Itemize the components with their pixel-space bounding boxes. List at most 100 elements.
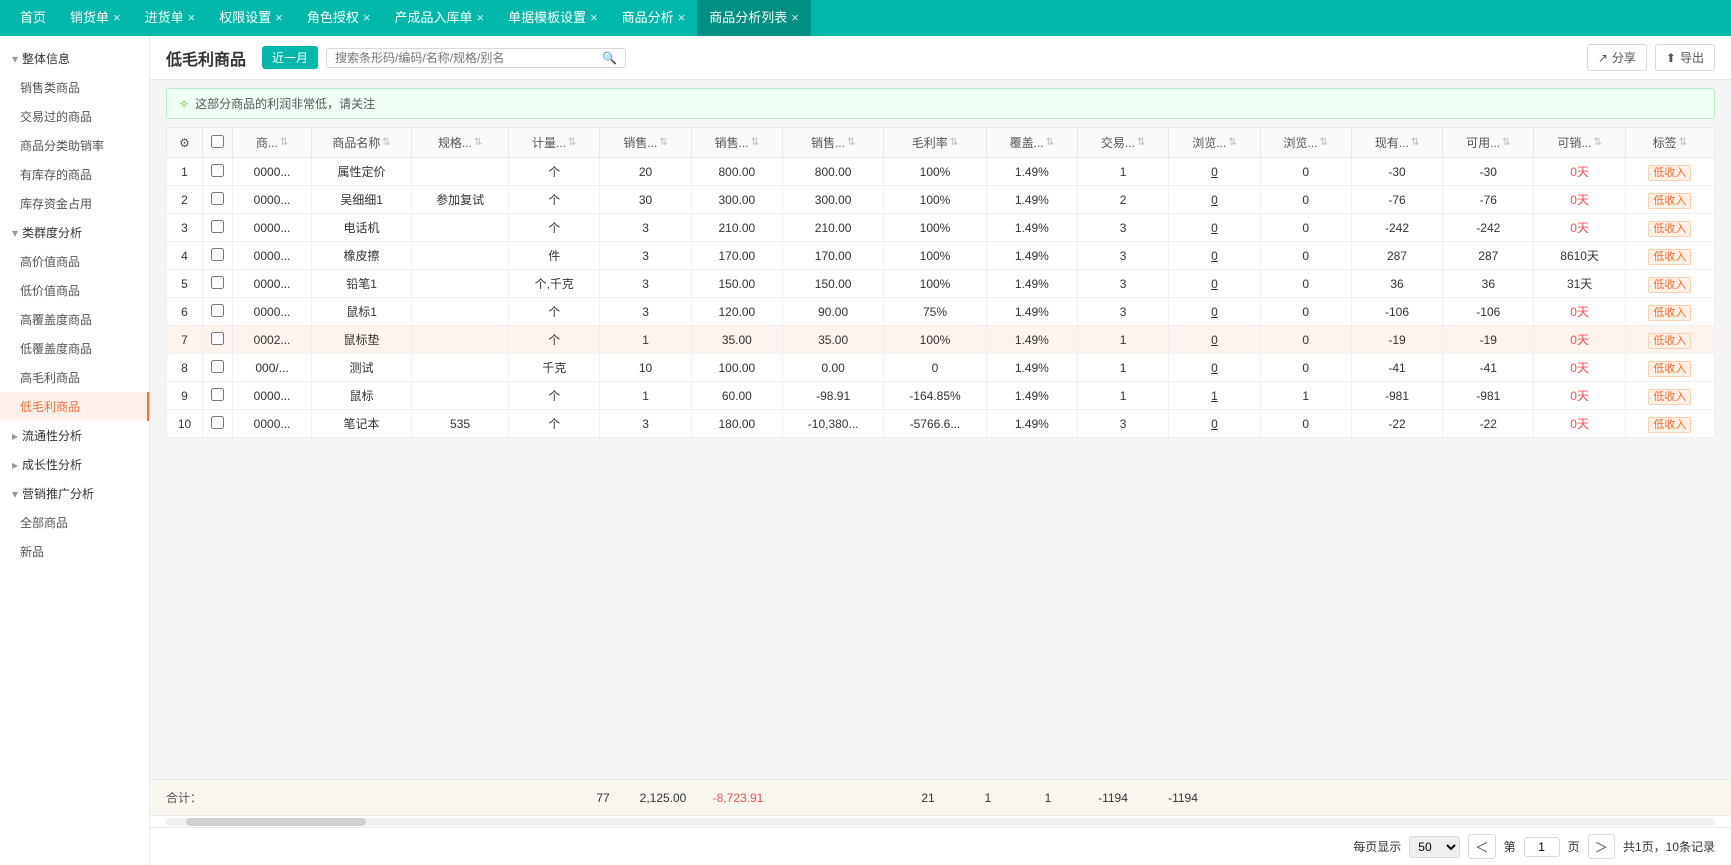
- sidebar-item-high-coverage[interactable]: 高覆盖度商品: [0, 305, 149, 334]
- nav-purchase[interactable]: 进货单×: [133, 0, 208, 36]
- col-available[interactable]: 可用...⇅: [1443, 128, 1534, 158]
- views1-link[interactable]: 0: [1211, 277, 1218, 291]
- row-select-checkbox[interactable]: [211, 304, 224, 317]
- views1-link[interactable]: 0: [1211, 193, 1218, 207]
- views1-link[interactable]: 0: [1211, 333, 1218, 347]
- sort-trans-icon[interactable]: ⇅: [1137, 137, 1145, 148]
- nav-purchase-close[interactable]: ×: [188, 10, 196, 25]
- nav-permissions-close[interactable]: ×: [275, 10, 283, 25]
- col-gross-rate[interactable]: 毛利率⇅: [884, 128, 986, 158]
- nav-goods-list-close[interactable]: ×: [791, 10, 799, 25]
- next-page-button[interactable]: ＞: [1588, 834, 1615, 859]
- sidebar-item-low-coverage[interactable]: 低覆盖度商品: [0, 334, 149, 363]
- sort-cov-icon[interactable]: ⇅: [1046, 137, 1054, 148]
- col-tag[interactable]: 标签⇅: [1625, 128, 1714, 158]
- sort-v1-icon[interactable]: ⇅: [1228, 137, 1236, 148]
- page-size-select[interactable]: 50 100 200: [1409, 836, 1460, 858]
- row-checkbox[interactable]: [203, 186, 233, 214]
- nav-role-auth[interactable]: 角色授权×: [295, 0, 383, 36]
- row-select-checkbox[interactable]: [211, 276, 224, 289]
- row-select-checkbox[interactable]: [211, 220, 224, 233]
- row-checkbox[interactable]: [203, 326, 233, 354]
- sidebar-item-stock-capital[interactable]: 库存资金占用: [0, 189, 149, 218]
- row-views1[interactable]: 0: [1169, 186, 1260, 214]
- col-views1[interactable]: 浏览...⇅: [1169, 128, 1260, 158]
- sort-name-icon[interactable]: ⇅: [382, 137, 390, 148]
- views1-link[interactable]: 0: [1211, 165, 1218, 179]
- sort-stock-icon[interactable]: ⇅: [1411, 137, 1419, 148]
- row-views1[interactable]: 0: [1169, 298, 1260, 326]
- nav-goods-analysis-close[interactable]: ×: [678, 10, 686, 25]
- row-select-checkbox[interactable]: [211, 164, 224, 177]
- export-button[interactable]: ⬆ 导出: [1655, 44, 1715, 71]
- sort-sale-icon[interactable]: ⇅: [1593, 137, 1601, 148]
- row-select-checkbox[interactable]: [211, 416, 224, 429]
- sidebar-item-all-goods[interactable]: 全部商品: [0, 508, 149, 537]
- row-checkbox[interactable]: [203, 242, 233, 270]
- row-checkbox[interactable]: [203, 354, 233, 382]
- page-input[interactable]: [1524, 837, 1560, 857]
- nav-home[interactable]: 首页: [8, 0, 58, 36]
- row-views1[interactable]: 0: [1169, 270, 1260, 298]
- col-settings[interactable]: ⚙: [167, 128, 203, 158]
- sidebar-item-low-value[interactable]: 低价值商品: [0, 276, 149, 305]
- sort-qty-icon[interactable]: ⇅: [659, 137, 667, 148]
- col-sales-qty[interactable]: 销售...⇅: [600, 128, 691, 158]
- settings-icon[interactable]: ⚙: [179, 136, 190, 150]
- col-sales-price[interactable]: 销售...⇅: [691, 128, 782, 158]
- sidebar-item-high-value[interactable]: 高价值商品: [0, 247, 149, 276]
- sort-profit-icon[interactable]: ⇅: [847, 137, 855, 148]
- select-all-checkbox[interactable]: [211, 135, 224, 148]
- sidebar-item-low-margin[interactable]: 低毛利商品: [0, 392, 149, 421]
- col-code[interactable]: 商...⇅: [233, 128, 312, 158]
- sidebar-item-high-margin[interactable]: 高毛利商品: [0, 363, 149, 392]
- views1-link[interactable]: 1: [1211, 389, 1218, 403]
- sort-price-icon[interactable]: ⇅: [751, 137, 759, 148]
- col-name[interactable]: 商品名称⇅: [312, 128, 412, 158]
- row-checkbox[interactable]: [203, 298, 233, 326]
- sidebar-group-marketing[interactable]: ▾ 营销推广分析: [0, 479, 149, 508]
- sidebar-group-circulation[interactable]: ▸ 流通性分析: [0, 421, 149, 450]
- row-select-checkbox[interactable]: [211, 248, 224, 261]
- sidebar-group-cluster[interactable]: ▾ 类群度分析: [0, 218, 149, 247]
- views1-link[interactable]: 0: [1211, 417, 1218, 431]
- search-icon[interactable]: 🔍: [602, 51, 617, 65]
- row-checkbox[interactable]: [203, 214, 233, 242]
- nav-goods-analysis-list[interactable]: 商品分析列表×: [697, 0, 811, 36]
- row-views1[interactable]: 0: [1169, 354, 1260, 382]
- col-coverage[interactable]: 覆盖...⇅: [986, 128, 1077, 158]
- sort-spec-icon[interactable]: ⇅: [474, 137, 482, 148]
- sidebar-item-sales-goods[interactable]: 销售类商品: [0, 73, 149, 102]
- row-select-checkbox[interactable]: [211, 332, 224, 345]
- views1-link[interactable]: 0: [1211, 249, 1218, 263]
- nav-permissions[interactable]: 权限设置×: [207, 0, 295, 36]
- nav-template-close[interactable]: ×: [590, 10, 598, 25]
- sidebar-item-traded-goods[interactable]: 交易过的商品: [0, 102, 149, 131]
- nav-template-settings[interactable]: 单据模板设置×: [496, 0, 610, 36]
- sort-v2-icon[interactable]: ⇅: [1320, 137, 1328, 148]
- sidebar-group-growth[interactable]: ▸ 成长性分析: [0, 450, 149, 479]
- sort-unit-icon[interactable]: ⇅: [568, 137, 576, 148]
- sort-code-icon[interactable]: ⇅: [280, 137, 288, 148]
- sort-tag-icon[interactable]: ⇅: [1679, 137, 1687, 148]
- col-saleable[interactable]: 可销...⇅: [1534, 128, 1625, 158]
- row-checkbox[interactable]: [203, 270, 233, 298]
- sidebar-item-category-sales[interactable]: 商品分类助销率: [0, 131, 149, 160]
- col-views2[interactable]: 浏览...⇅: [1260, 128, 1351, 158]
- nav-goods-analysis[interactable]: 商品分析×: [610, 0, 698, 36]
- nav-sales[interactable]: 销货单×: [58, 0, 133, 36]
- col-checkbox[interactable]: [203, 128, 233, 158]
- row-select-checkbox[interactable]: [211, 360, 224, 373]
- nav-product-entry[interactable]: 产成品入库单×: [382, 0, 496, 36]
- col-sales-profit[interactable]: 销售...⇅: [782, 128, 883, 158]
- row-views1[interactable]: 0: [1169, 214, 1260, 242]
- row-views1[interactable]: 0: [1169, 326, 1260, 354]
- nav-product-close[interactable]: ×: [476, 10, 484, 25]
- nav-role-close[interactable]: ×: [363, 10, 371, 25]
- row-checkbox[interactable]: [203, 158, 233, 186]
- views1-link[interactable]: 0: [1211, 221, 1218, 235]
- row-checkbox[interactable]: [203, 410, 233, 438]
- row-select-checkbox[interactable]: [211, 388, 224, 401]
- row-views1[interactable]: 0: [1169, 242, 1260, 270]
- col-unit[interactable]: 计量...⇅: [509, 128, 600, 158]
